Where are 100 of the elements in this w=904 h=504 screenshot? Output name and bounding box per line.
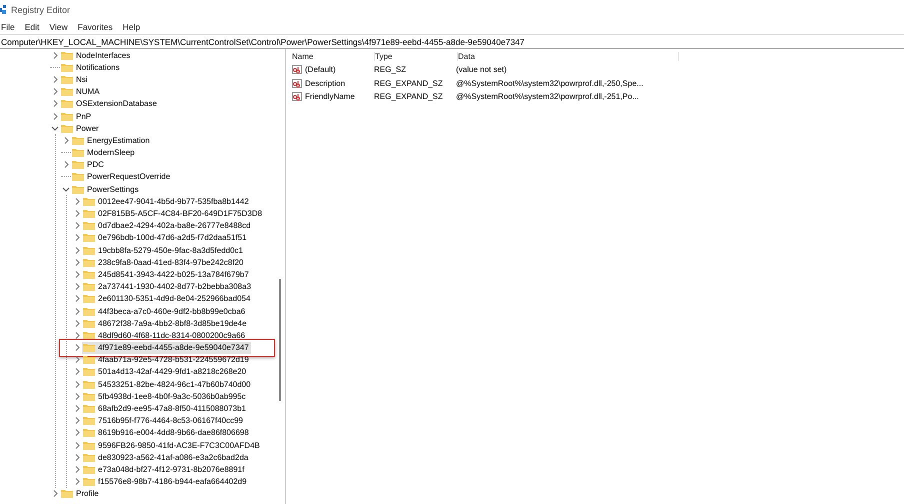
folder-icon — [83, 258, 95, 267]
folder-icon — [61, 50, 73, 60]
tree-item[interactable]: 44f3beca-a7c0-460e-9df2-bb8b99e0cba6 — [82, 305, 248, 318]
value-type: REG_EXPAND_SZ — [374, 78, 444, 88]
value-name[interactable]: (Default) — [292, 65, 374, 74]
collapse-chevron-icon[interactable] — [61, 186, 71, 193]
tree-item[interactable]: EnergyEstimation — [71, 134, 152, 146]
folder-icon — [83, 464, 95, 474]
value-data: @%SystemRoot%\system32\powrprof.dll,-250,Spe... — [456, 78, 644, 88]
tree-item[interactable]: PowerRequestOverride — [71, 170, 172, 183]
tree-item[interactable]: 501a4d13-42af-4429-9fd1-a8218c268e20 — [82, 366, 248, 378]
tree-item[interactable]: 0e796bdb-100d-47d6-a2d5-f7d2daa51f51 — [82, 232, 249, 244]
folder-icon — [61, 124, 73, 133]
folder-icon — [83, 270, 95, 279]
menu-item[interactable]: File — [1, 22, 15, 32]
folder-icon — [61, 99, 73, 108]
scrollbar-thumb[interactable] — [279, 279, 281, 401]
folder-icon — [83, 452, 95, 462]
folder-icon — [83, 440, 95, 450]
folder-icon — [83, 233, 95, 242]
folder-icon — [61, 62, 73, 72]
tree-item[interactable]: 5fb4938d-1ee8-4b0f-9a3c-5036b0ab995c — [82, 390, 248, 402]
folder-icon — [83, 282, 95, 292]
tree-item[interactable]: PnP — [60, 110, 94, 122]
tree-item[interactable]: 02F815B5-A5CF-4C84-BF20-649D1F75D3D8 — [82, 208, 264, 220]
tree-item[interactable]: 9596FB26-9850-41fd-AC3E-F7C3C00AFD4B — [82, 439, 262, 452]
tree-item[interactable]: Power — [60, 122, 101, 134]
value-type: REG_EXPAND_SZ — [374, 92, 444, 102]
value-type: REG_SZ — [374, 65, 408, 74]
tree-item[interactable]: 238c9fa8-0aad-41ed-83f4-97be242c8f20 — [82, 256, 246, 268]
tree-item[interactable]: 2e601130-5351-4d9d-8e04-252966bad054 — [82, 292, 252, 305]
collapse-chevron-icon[interactable] — [50, 124, 60, 132]
tree-item[interactable]: 8619b916-e004-4dd8-9b66-dae86f806698 — [82, 426, 251, 439]
tree-item[interactable]: PowerSettings — [71, 183, 141, 196]
address-bar[interactable]: Computer\HKEY_LOCAL_MACHINE\SYSTEM\CurrentControlSet\Control\Power\PowerSettings\4f971e89-eebd-4455-a8de-9e59040e7347 — [0, 34, 904, 49]
folder-icon — [72, 136, 84, 145]
folder-icon — [83, 367, 95, 376]
registry-icon — [0, 5, 7, 15]
folder-icon — [83, 209, 95, 218]
menu-item[interactable]: Favorites — [78, 22, 113, 32]
folder-icon — [61, 74, 73, 84]
value-name[interactable]: Description — [292, 78, 374, 88]
folder-icon — [72, 172, 84, 182]
column-header[interactable]: Name — [292, 52, 375, 60]
tree-item[interactable]: NUMA — [60, 86, 102, 98]
folder-icon — [61, 87, 73, 96]
tree-item[interactable]: 0012ee47-9041-4b5d-9b77-535fba8b1442 — [82, 195, 251, 208]
folder-icon — [83, 294, 95, 304]
tree-item[interactable]: ModernSleep — [71, 146, 137, 159]
folder-icon — [72, 184, 84, 194]
tree-item[interactable]: 54533251-82be-4824-96c1-47b60b740d00 — [82, 378, 253, 390]
tree-item[interactable]: Profile — [60, 488, 101, 500]
tree-item[interactable]: de830923-a562-41af-a086-e3a2c6bad2da — [82, 451, 250, 464]
menu-item[interactable]: Help — [122, 22, 140, 32]
folder-icon — [83, 318, 95, 328]
folder-icon — [61, 112, 73, 121]
folder-icon — [83, 477, 95, 486]
tree-item[interactable]: 245d8541-3943-4422-b025-13a784f679b7 — [82, 268, 251, 280]
window-title: Registry Editor — [11, 5, 70, 15]
tree-item[interactable]: NodeInterfaces — [60, 49, 132, 62]
string-value-icon — [292, 92, 302, 102]
value-data: @%SystemRoot%\system32\powrprof.dll,-251,Po... — [456, 92, 640, 102]
tree-item[interactable]: Nsi — [60, 73, 90, 86]
folder-icon — [83, 221, 95, 230]
folder-icon — [83, 392, 95, 401]
column-header[interactable]: Data — [458, 52, 679, 60]
folder-icon — [83, 380, 95, 389]
folder-icon — [72, 148, 84, 158]
tree-item[interactable]: 0d7dbae2-4294-402a-ba8e-26777e8488cd — [82, 220, 253, 232]
folder-icon — [83, 330, 95, 340]
tree-item[interactable]: 48672f38-7a9a-4bb2-8bf8-3d85be19de4e — [82, 317, 249, 330]
tree-item[interactable]: f15576e8-98b7-4186-b944-eafa664402d9 — [82, 476, 249, 488]
folder-icon — [72, 160, 84, 170]
tree-item[interactable]: PDC — [71, 158, 106, 171]
tree-item[interactable]: 19cbb8fa-5279-450e-9fac-8a3d5fedd0c1 — [82, 244, 246, 256]
folder-icon — [83, 306, 95, 316]
folder-icon — [61, 489, 73, 498]
folder-icon — [83, 246, 95, 255]
menu-item[interactable]: View — [49, 22, 68, 32]
folder-icon — [83, 404, 95, 414]
folder-icon — [83, 428, 95, 438]
tree-item[interactable]: 48df9d60-4f68-11dc-8314-0800200c9a66 — [82, 329, 248, 342]
folder-icon — [83, 343, 95, 352]
tree-item[interactable]: Notifications — [60, 61, 122, 74]
menu-item[interactable]: Edit — [24, 22, 40, 32]
tree-item[interactable]: 2a737441-1930-4402-8d77-b2bebba308a3 — [82, 280, 254, 293]
tree-item[interactable]: 4faab71a-92e5-4728-b531-224559672d19 — [82, 354, 251, 366]
tree-item[interactable]: OSExtensionDatabase — [60, 98, 159, 110]
string-value-icon — [292, 78, 302, 88]
value-name[interactable]: FriendlyName — [292, 92, 374, 102]
string-value-icon — [292, 65, 302, 74]
tree-item[interactable]: e73a048d-bf27-4f12-9731-8b2076e8891f — [82, 463, 246, 476]
folder-icon — [83, 355, 95, 364]
tree-item[interactable]: 4f971e89-eebd-4455-a8de-9e59040e7347 — [82, 342, 251, 354]
tree-item[interactable]: 7516b95f-f776-4464-8c53-06167f40cc99 — [82, 414, 246, 427]
tree-item[interactable]: 68afb2d9-ee95-47a8-8f50-4115088073b1 — [82, 402, 248, 415]
value-data: (value not set) — [456, 65, 508, 74]
folder-icon — [83, 416, 95, 426]
folder-icon — [83, 196, 95, 206]
column-header[interactable]: Type — [375, 52, 458, 60]
